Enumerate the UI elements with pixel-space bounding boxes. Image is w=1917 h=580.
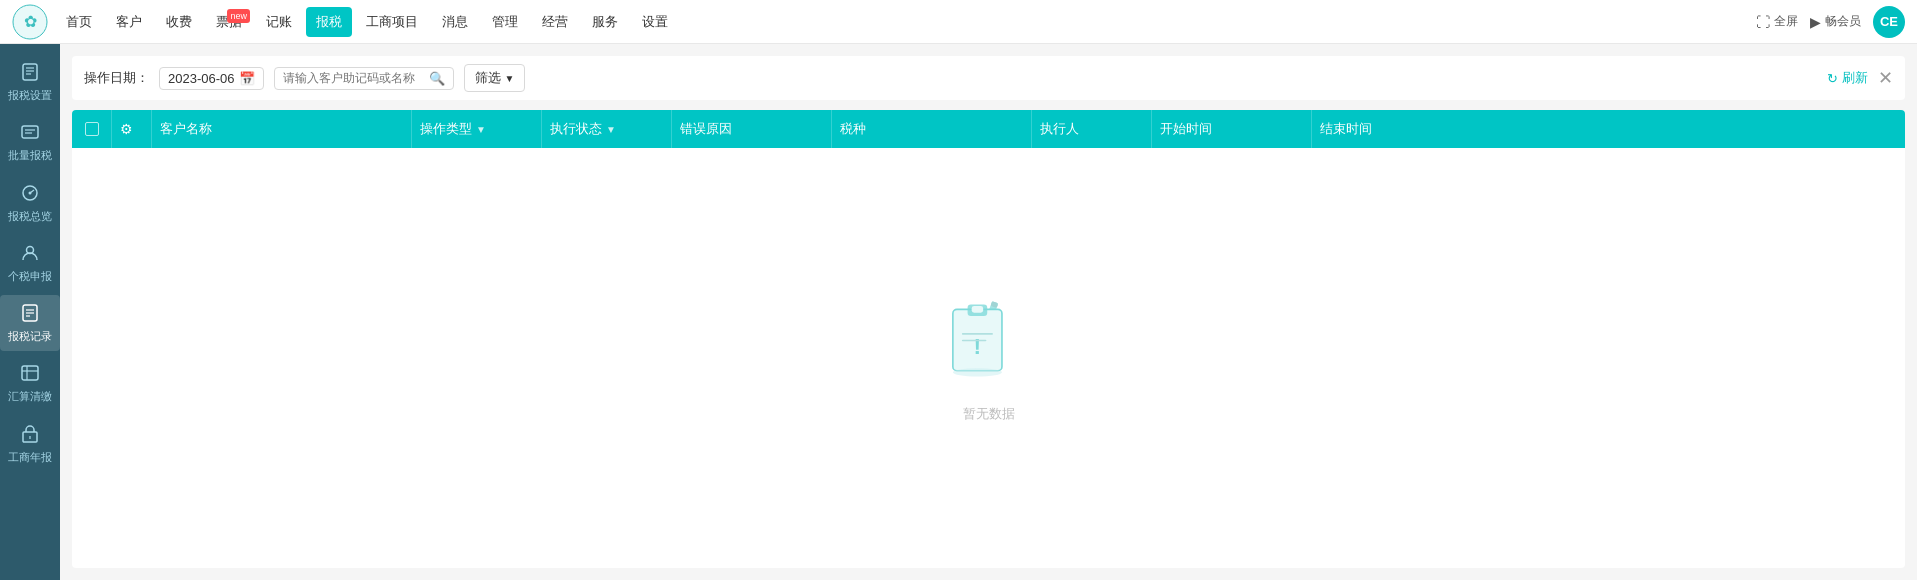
th-executor: 执行人 bbox=[1032, 110, 1152, 148]
refresh-button[interactable]: ↻ 刷新 bbox=[1827, 69, 1868, 87]
sidebar-item-batch-tax[interactable]: 批量报税 bbox=[0, 114, 60, 170]
nav-item-manage[interactable]: 管理 bbox=[482, 7, 528, 37]
sidebar-label-settlement: 汇算清缴 bbox=[8, 389, 52, 403]
tax-summary-icon bbox=[20, 183, 40, 206]
sidebar-label-tax-summary: 报税总览 bbox=[8, 209, 52, 223]
main-layout: 报税设置 批量报税 报税总览 bbox=[0, 44, 1917, 580]
app-logo[interactable]: ✿ bbox=[12, 4, 48, 40]
new-badge: new bbox=[227, 9, 250, 23]
filter-button[interactable]: 筛选 ▼ bbox=[464, 64, 526, 92]
svg-rect-2 bbox=[23, 64, 37, 80]
search-input[interactable] bbox=[283, 71, 425, 85]
calendar-icon: 📅 bbox=[239, 71, 255, 86]
annual-report-icon bbox=[20, 424, 40, 447]
sidebar-item-settlement[interactable]: 汇算清缴 bbox=[0, 355, 60, 411]
nav-item-customer[interactable]: 客户 bbox=[106, 7, 152, 37]
sidebar-label-tax-settings: 报税设置 bbox=[8, 88, 52, 102]
svg-rect-17 bbox=[22, 366, 38, 380]
nav-item-service[interactable]: 服务 bbox=[582, 7, 628, 37]
settlement-icon bbox=[20, 363, 40, 386]
nav-item-message[interactable]: 消息 bbox=[432, 7, 478, 37]
sidebar-item-tax-record[interactable]: 报税记录 bbox=[0, 295, 60, 351]
sidebar-label-tax-record: 报税记录 bbox=[8, 329, 52, 343]
svg-text:!: ! bbox=[973, 333, 981, 359]
search-box: 🔍 bbox=[274, 67, 454, 90]
sidebar: 报税设置 批量报税 报税总览 bbox=[0, 44, 60, 580]
sidebar-label-personal-tax: 个税申报 bbox=[8, 269, 52, 283]
content-area: 操作日期： 2023-06-06 📅 🔍 筛选 ▼ ↻ 刷新 ✕ bbox=[60, 44, 1917, 580]
svg-point-11 bbox=[29, 191, 32, 194]
toolbar-right: ↻ 刷新 ✕ bbox=[1827, 69, 1893, 87]
table-header: ⚙ 客户名称 操作类型 ▼ 执行状态 ▼ 错误原因 税种 bbox=[72, 110, 1905, 148]
th-operation-type[interactable]: 操作类型 ▼ bbox=[412, 110, 542, 148]
svg-rect-6 bbox=[22, 126, 38, 138]
nav-item-tax[interactable]: 报税 bbox=[306, 7, 352, 37]
date-picker[interactable]: 2023-06-06 📅 bbox=[159, 67, 264, 90]
tax-settings-icon bbox=[20, 62, 40, 85]
settings-icon: ⚙ bbox=[120, 121, 133, 137]
th-error-reason: 错误原因 bbox=[672, 110, 832, 148]
member-button[interactable]: ▶ 畅会员 bbox=[1810, 13, 1861, 30]
sidebar-label-annual-report: 工商年报 bbox=[8, 450, 52, 464]
th-checkbox[interactable] bbox=[72, 110, 112, 148]
date-label: 操作日期： bbox=[84, 69, 149, 87]
nav-item-finance[interactable]: 经营 bbox=[532, 7, 578, 37]
th-customer-name: 客户名称 bbox=[152, 110, 412, 148]
empty-illustration: ! bbox=[944, 293, 1034, 393]
avatar[interactable]: CE bbox=[1873, 6, 1905, 38]
th-tax-type: 税种 bbox=[832, 110, 1032, 148]
th-start-time: 开始时间 bbox=[1152, 110, 1312, 148]
nav-items: 首页 客户 收费 票据 new 记账 报税 工商项目 消息 管理 经营 服务 设… bbox=[56, 7, 1756, 37]
svg-point-31 bbox=[952, 368, 1001, 376]
table-container: ⚙ 客户名称 操作类型 ▼ 执行状态 ▼ 错误原因 税种 bbox=[72, 110, 1905, 568]
batch-tax-icon bbox=[20, 122, 40, 145]
tax-record-icon bbox=[20, 303, 40, 326]
nav-item-invoice[interactable]: 票据 new bbox=[206, 7, 252, 37]
select-all-checkbox[interactable] bbox=[85, 122, 99, 136]
search-icon[interactable]: 🔍 bbox=[429, 71, 445, 86]
date-value: 2023-06-06 bbox=[168, 71, 235, 86]
svg-text:✿: ✿ bbox=[24, 13, 37, 30]
table-body-empty: ! 暂无数据 bbox=[72, 148, 1905, 568]
sidebar-item-personal-tax[interactable]: 个税申报 bbox=[0, 235, 60, 291]
sidebar-item-tax-summary[interactable]: 报税总览 bbox=[0, 175, 60, 231]
refresh-icon: ↻ bbox=[1827, 71, 1838, 86]
th-settings[interactable]: ⚙ bbox=[112, 110, 152, 148]
sort-icon-operation: ▼ bbox=[476, 124, 486, 135]
th-exec-status[interactable]: 执行状态 ▼ bbox=[542, 110, 672, 148]
th-end-time: 结束时间 bbox=[1312, 110, 1452, 148]
nav-item-settings[interactable]: 设置 bbox=[632, 7, 678, 37]
top-navigation: ✿ 首页 客户 收费 票据 new 记账 报税 工商项目 消息 管理 经营 服务… bbox=[0, 0, 1917, 44]
svg-rect-27 bbox=[971, 306, 982, 313]
sort-icon-exec-status: ▼ bbox=[606, 124, 616, 135]
fullscreen-icon: ⛶ bbox=[1756, 14, 1770, 30]
top-nav-right: ⛶ 全屏 ▶ 畅会员 CE bbox=[1756, 6, 1905, 38]
toolbar: 操作日期： 2023-06-06 📅 🔍 筛选 ▼ ↻ 刷新 ✕ bbox=[72, 56, 1905, 100]
sidebar-label-batch-tax: 批量报税 bbox=[8, 148, 52, 162]
chevron-down-icon: ▼ bbox=[505, 73, 515, 84]
sidebar-item-annual-report[interactable]: 工商年报 bbox=[0, 416, 60, 472]
nav-item-industry[interactable]: 工商项目 bbox=[356, 7, 428, 37]
close-button[interactable]: ✕ bbox=[1878, 69, 1893, 87]
nav-item-billing[interactable]: 收费 bbox=[156, 7, 202, 37]
personal-tax-icon bbox=[20, 243, 40, 266]
nav-item-accounting[interactable]: 记账 bbox=[256, 7, 302, 37]
fullscreen-button[interactable]: ⛶ 全屏 bbox=[1756, 13, 1798, 30]
filter-label: 筛选 bbox=[475, 69, 501, 87]
nav-item-home[interactable]: 首页 bbox=[56, 7, 102, 37]
empty-text: 暂无数据 bbox=[963, 405, 1015, 423]
video-icon: ▶ bbox=[1810, 14, 1821, 30]
sidebar-item-tax-settings[interactable]: 报税设置 bbox=[0, 54, 60, 110]
